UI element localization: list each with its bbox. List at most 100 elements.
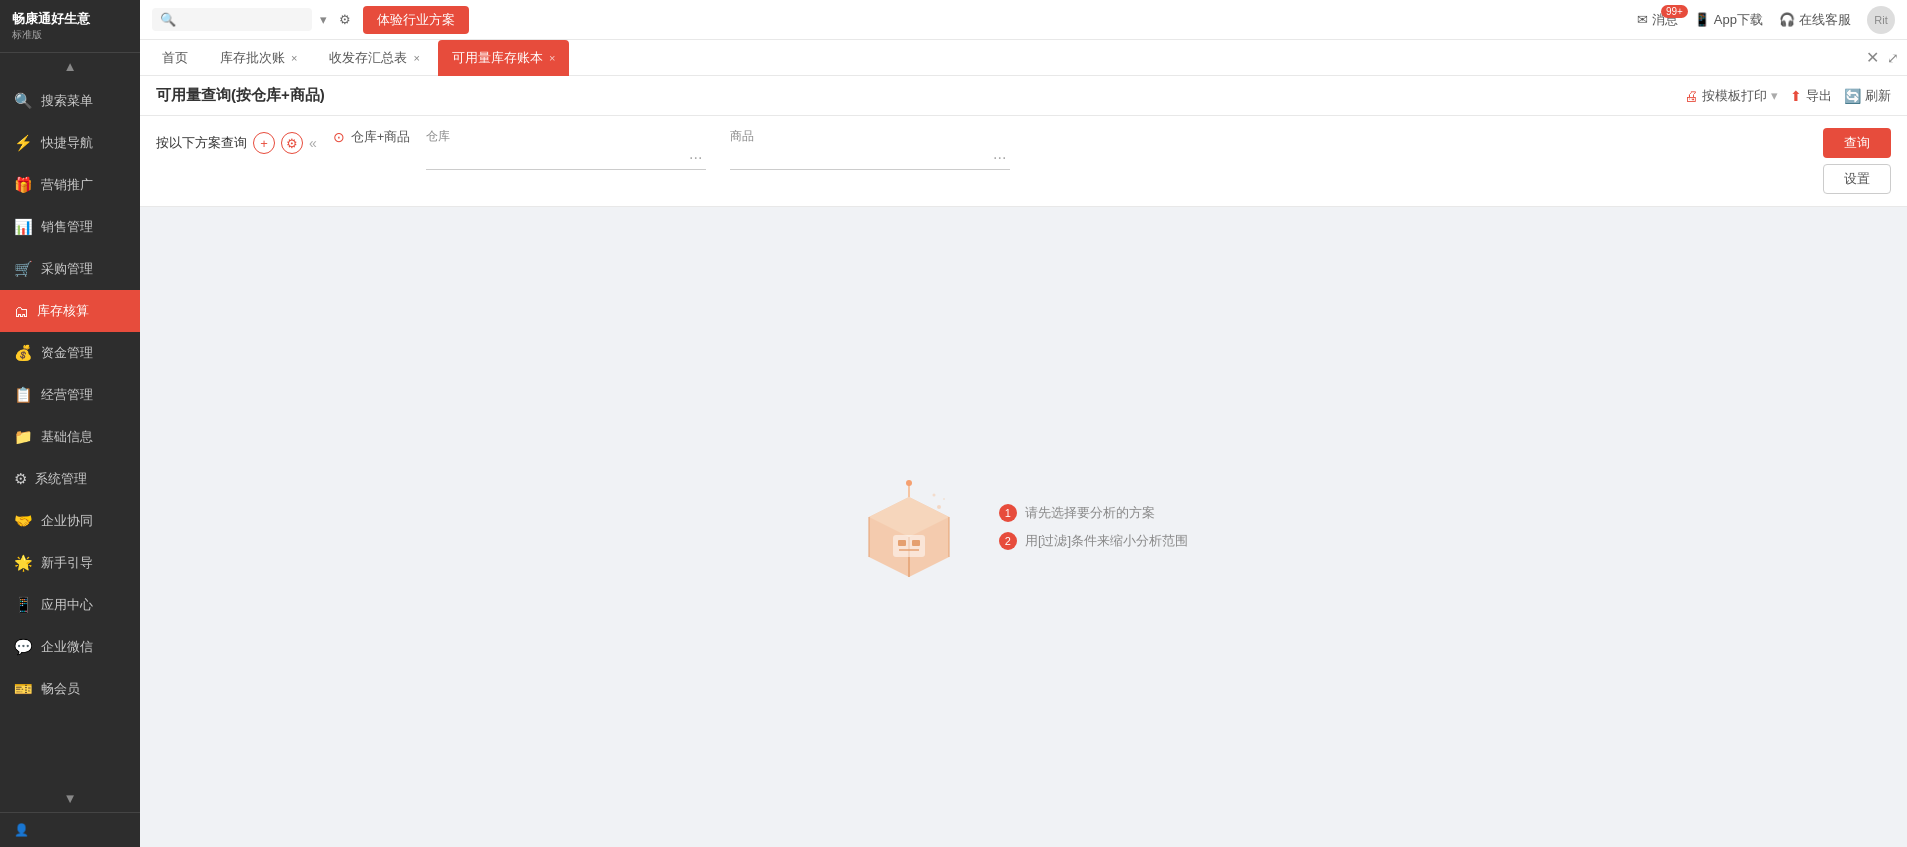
sidebar-item-label-purchase: 采购管理 [41, 260, 93, 278]
print-template-btn[interactable]: 🖨 按模板打印 ▾ [1684, 87, 1778, 105]
main-wrapper: 🔍 ▾ ⚙ 体验行业方案 ✉ 消息 99+ 📱 App下载 🎧 在线客服 Rit [140, 0, 1907, 847]
settings-button[interactable]: 设置 [1823, 164, 1891, 194]
sidebar-item-basic[interactable]: 📁 基础信息 [0, 416, 140, 458]
warehouse-input-wrapper: ··· [426, 147, 706, 170]
empty-tips: 1 请先选择要分析的方案 2 用[过滤]条件来缩小分析范围 [999, 504, 1188, 550]
scroll-up-button[interactable]: ▲ [0, 53, 140, 80]
tab-available-ledger-close[interactable]: × [549, 52, 555, 64]
sidebar-user-icon: 👤 [14, 823, 29, 837]
message-badge: 99+ [1661, 5, 1688, 18]
sidebar-item-system[interactable]: ⚙ 系统管理 [0, 458, 140, 500]
goods-dots-icon[interactable]: ··· [993, 149, 1006, 167]
operations-icon: 📋 [14, 386, 33, 404]
sidebar-item-finance[interactable]: 💰 资金管理 [0, 332, 140, 374]
sidebar-logo: 畅康通好生意 标准版 [0, 0, 140, 53]
tab-inventory-summary[interactable]: 收发存汇总表 × [315, 40, 433, 76]
sales-icon: 📊 [14, 218, 33, 236]
topbar-gear-icon[interactable]: ⚙ [335, 8, 355, 31]
topbar-search-input[interactable] [180, 13, 304, 27]
sidebar-item-label-member: 畅会员 [41, 680, 80, 698]
tab-batch-ledger-label: 库存批次账 [220, 49, 285, 67]
filter-gear-icon[interactable]: ⚙ [281, 132, 303, 154]
sidebar-item-wechat[interactable]: 💬 企业微信 [0, 626, 140, 668]
query-button[interactable]: 查询 [1823, 128, 1891, 158]
svg-point-11 [937, 505, 941, 509]
sidebar-item-label-search: 搜索菜单 [41, 92, 93, 110]
user-avatar[interactable]: Rit [1867, 6, 1895, 34]
sidebar-item-sales[interactable]: 📊 销售管理 [0, 206, 140, 248]
topbar: 🔍 ▾ ⚙ 体验行业方案 ✉ 消息 99+ 📱 App下载 🎧 在线客服 Rit [140, 0, 1907, 40]
close-all-tabs-button[interactable]: ✕ [1866, 48, 1879, 67]
home-tab-label: 首页 [162, 49, 188, 67]
tab-available-ledger[interactable]: 可用量库存账本 × [438, 40, 569, 76]
sidebar-item-label-sales: 销售管理 [41, 218, 93, 236]
tab-batch-ledger-close[interactable]: × [291, 52, 297, 64]
tip-text-1: 请先选择要分析的方案 [1025, 504, 1155, 522]
filter-label-text: 按以下方案查询 [156, 134, 247, 152]
warehouse-dots-icon[interactable]: ··· [689, 149, 702, 167]
app-download-btn[interactable]: 📱 App下载 [1694, 11, 1763, 29]
online-support-btn[interactable]: 🎧 在线客服 [1779, 11, 1851, 29]
empty-illustration [859, 477, 959, 577]
cooperation-icon: 🤝 [14, 512, 33, 530]
sidebar-item-label-shortcut: 快捷导航 [41, 134, 93, 152]
scheme-active-icon: ⊙ [333, 129, 345, 145]
sidebar-item-inventory[interactable]: 🗂 库存核算 [0, 290, 140, 332]
sidebar-item-purchase[interactable]: 🛒 采购管理 [0, 248, 140, 290]
newbie-icon: 🌟 [14, 554, 33, 572]
headset-icon: 🎧 [1779, 12, 1795, 27]
appcenter-icon: 📱 [14, 596, 33, 614]
svg-rect-7 [912, 540, 920, 546]
tab-batch-ledger[interactable]: 库存批次账 × [206, 40, 311, 76]
print-dropdown-icon[interactable]: ▾ [1771, 88, 1778, 103]
svg-point-10 [906, 480, 912, 486]
filter-actions: 查询 设置 [1823, 128, 1891, 194]
sidebar-item-label-basic: 基础信息 [41, 428, 93, 446]
basic-icon: 📁 [14, 428, 33, 446]
warehouse-input[interactable] [430, 151, 685, 166]
sidebar-item-cooperation[interactable]: 🤝 企业协同 [0, 500, 140, 542]
topbar-search-box[interactable]: 🔍 [152, 8, 312, 31]
tab-inventory-summary-close[interactable]: × [413, 52, 419, 64]
sidebar-item-label-system: 系统管理 [35, 470, 87, 488]
filter-collapse-icon[interactable]: « [309, 135, 317, 151]
sidebar-item-label-marketing: 营销推广 [41, 176, 93, 194]
sidebar-item-operations[interactable]: 📋 经营管理 [0, 374, 140, 416]
svg-point-12 [932, 494, 935, 497]
tabs-bar: 首页 库存批次账 × 收发存汇总表 × 可用量库存账本 × ✕ ⤢ [140, 40, 1907, 76]
sidebar-item-label-newbie: 新手引导 [41, 554, 93, 572]
goods-input[interactable] [734, 151, 989, 166]
filter-scheme-item[interactable]: ⊙ 仓库+商品 [333, 128, 411, 146]
sidebar: 畅康通好生意 标准版 ▲ 🔍 搜索菜单 ⚡ 快捷导航 🎁 营销推广 📊 销售管理… [0, 0, 140, 847]
app-download-label: App下载 [1714, 11, 1763, 29]
sidebar-item-label-cooperation: 企业协同 [41, 512, 93, 530]
sidebar-item-search[interactable]: 🔍 搜索菜单 [0, 80, 140, 122]
sidebar-item-appcenter[interactable]: 📱 应用中心 [0, 584, 140, 626]
refresh-btn[interactable]: 🔄 刷新 [1844, 87, 1891, 105]
sidebar-item-label-finance: 资金管理 [41, 344, 93, 362]
sidebar-item-member[interactable]: 🎫 畅会员 [0, 668, 140, 710]
system-icon: ⚙ [14, 470, 27, 488]
tip-item-1: 1 请先选择要分析的方案 [999, 504, 1188, 522]
sidebar-item-marketing[interactable]: 🎁 营销推广 [0, 164, 140, 206]
export-icon: ⬆ [1790, 88, 1802, 104]
export-label: 导出 [1806, 87, 1832, 105]
industry-btn[interactable]: 体验行业方案 [363, 6, 469, 34]
svg-rect-6 [898, 540, 906, 546]
sidebar-item-shortcut[interactable]: ⚡ 快捷导航 [0, 122, 140, 164]
purchase-icon: 🛒 [14, 260, 33, 278]
inventory-icon: 🗂 [14, 303, 29, 320]
sidebar-item-newbie[interactable]: 🌟 新手引导 [0, 542, 140, 584]
filter-label: 按以下方案查询 + ⚙ « [156, 128, 317, 154]
expand-button[interactable]: ⤢ [1887, 50, 1899, 66]
tab-available-ledger-label: 可用量库存账本 [452, 49, 543, 67]
refresh-icon: 🔄 [1844, 88, 1861, 104]
message-btn[interactable]: ✉ 消息 99+ [1637, 11, 1678, 29]
tab-home[interactable]: 首页 [148, 40, 202, 76]
sidebar-item-label-operations: 经营管理 [41, 386, 93, 404]
topbar-dropdown-icon[interactable]: ▾ [320, 12, 327, 27]
export-btn[interactable]: ⬆ 导出 [1790, 87, 1832, 105]
filter-add-icon[interactable]: + [253, 132, 275, 154]
scroll-down-button[interactable]: ▼ [0, 785, 140, 812]
member-icon: 🎫 [14, 680, 33, 698]
